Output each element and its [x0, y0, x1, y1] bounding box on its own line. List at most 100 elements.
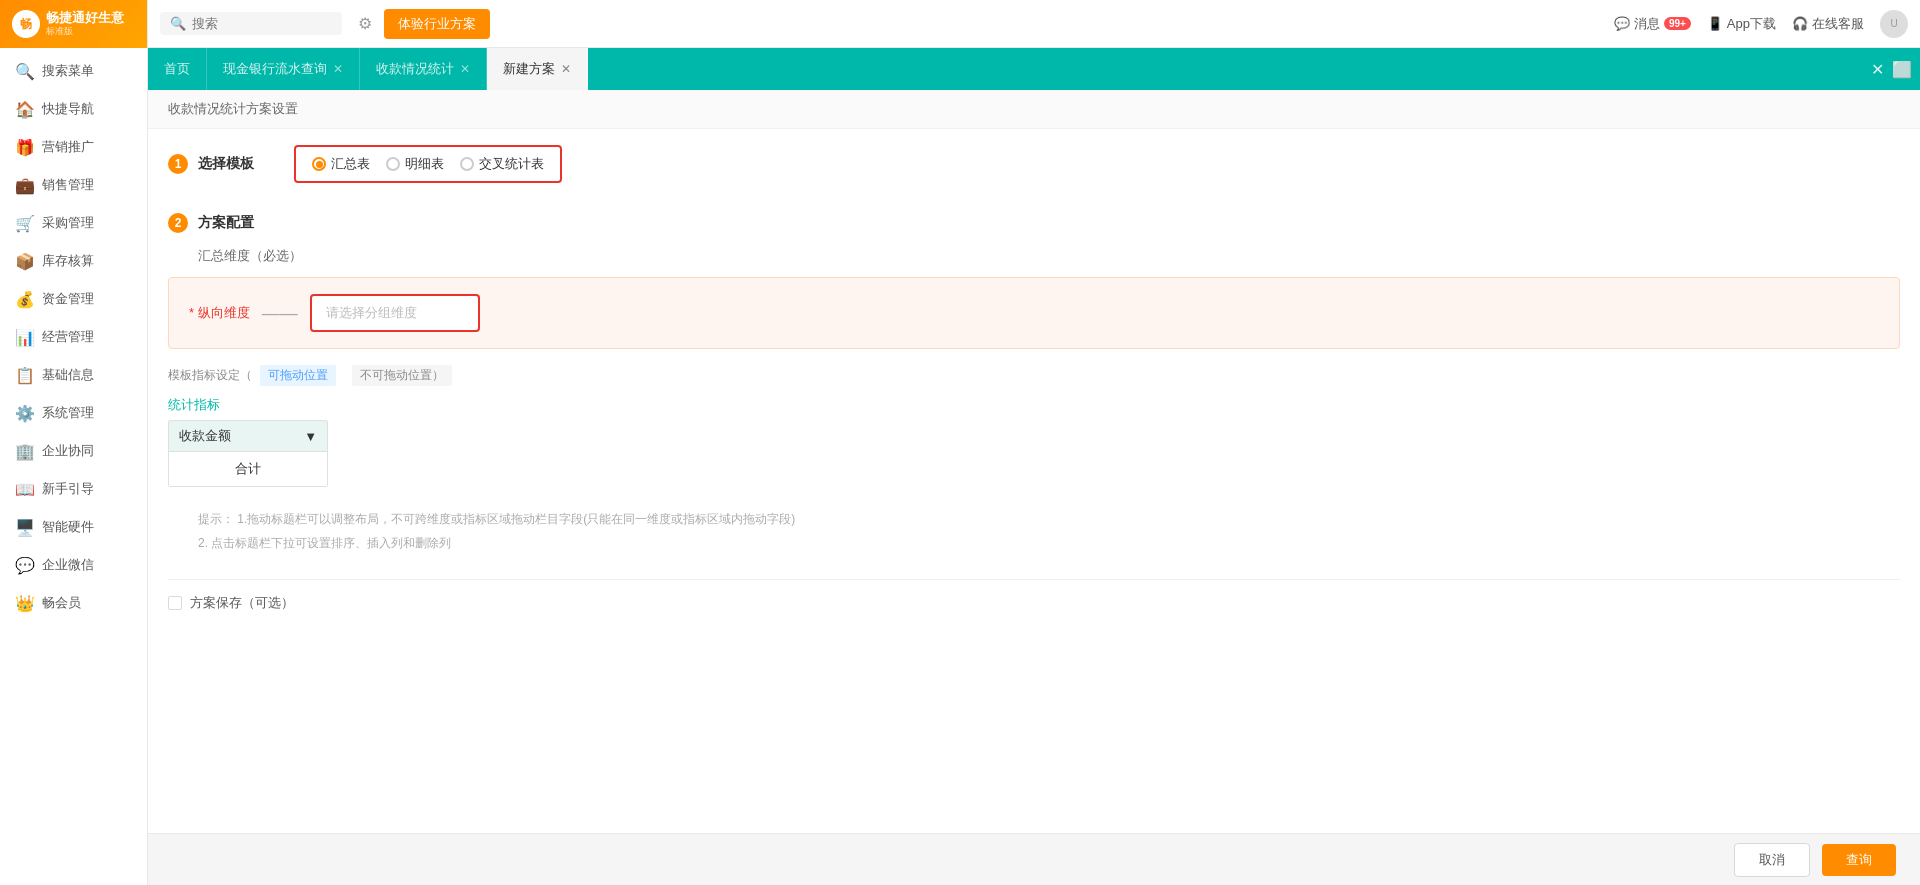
marketing-label: 营销推广 [42, 138, 94, 156]
sidebar-item-quick-nav[interactable]: 🏠 快捷导航 [0, 90, 147, 128]
tab-collection-label: 收款情况统计 [376, 60, 454, 78]
vertical-dimension-label: * 纵向维度 [189, 304, 250, 322]
notification-badge: 99+ [1664, 17, 1691, 30]
sidebar-item-basic[interactable]: 📋 基础信息 [0, 356, 147, 394]
step2-num: 2 [168, 213, 188, 233]
template-cross[interactable]: 交叉统计表 [460, 155, 544, 173]
sidebar-item-enterprise[interactable]: 🏢 企业协同 [0, 432, 147, 470]
basic-label: 基础信息 [42, 366, 94, 384]
fixed-tag: 不可拖动位置） [352, 365, 452, 386]
dimension-area: * 纵向维度 —— 请选择分组维度 [168, 277, 1900, 349]
template-summary-label: 汇总表 [331, 155, 370, 173]
sidebar-item-inventory[interactable]: 📦 库存核算 [0, 242, 147, 280]
template-options: 汇总表 明细表 交叉统计表 [294, 145, 562, 183]
sidebar-item-member[interactable]: 👑 畅会员 [0, 584, 147, 622]
online-service-btn[interactable]: 🎧 在线客服 [1792, 15, 1864, 33]
inventory-label: 库存核算 [42, 252, 94, 270]
tab-bank[interactable]: 现金银行流水查询 ✕ [207, 48, 360, 90]
metrics-table: 收款金额 ▼ 合计 [168, 420, 328, 487]
tips-section: 提示： 1.拖动标题栏可以调整布局，不可跨维度或指标区域拖动栏目字段(只能在同一… [198, 499, 1900, 563]
operations-icon: 📊 [16, 328, 34, 346]
message-btn[interactable]: 💬 消息 99+ [1614, 15, 1691, 33]
topbar-right: 💬 消息 99+ 📱 App下载 🎧 在线客服 U [1614, 10, 1908, 38]
trial-button[interactable]: 体验行业方案 [384, 9, 490, 39]
logo-title: 畅捷通好生意 [46, 10, 124, 26]
tab-bank-close[interactable]: ✕ [333, 62, 343, 76]
wechat-icon: 💬 [16, 556, 34, 574]
movable-tag: 可拖动位置 [260, 365, 336, 386]
tab-new-plan-label: 新建方案 [503, 60, 555, 78]
metrics-section: 模板指标设定（ 可拖动位置 不可拖动位置） 统计指标 收款金额 ▼ 合计 [168, 365, 1900, 499]
sidebar-logo: 畅 畅捷通好生意 标准版 [0, 0, 147, 48]
tabs-actions: ✕ ⬜ [1871, 60, 1920, 79]
inventory-icon: 📦 [16, 252, 34, 270]
metrics-table-header: 收款金额 ▼ [169, 421, 327, 452]
hardware-icon: 🖥️ [16, 518, 34, 536]
query-button[interactable]: 查询 [1822, 844, 1896, 876]
dimension-arrow-icon: —— [262, 303, 298, 324]
cancel-button[interactable]: 取消 [1734, 843, 1810, 877]
sidebar-item-operations[interactable]: 📊 经营管理 [0, 318, 147, 356]
search-input[interactable] [192, 16, 332, 31]
main-content: 🔍 ⚙ 体验行业方案 💬 消息 99+ 📱 App下载 🎧 在线客服 U 首页 [148, 0, 1920, 885]
dimension-select[interactable]: 请选择分组维度 [310, 294, 480, 332]
save-label: 方案保存（可选） [190, 594, 294, 612]
logo-badge: 标准版 [46, 25, 124, 38]
sidebar-item-sales[interactable]: 💼 销售管理 [0, 166, 147, 204]
sidebar-item-wechat[interactable]: 💬 企业微信 [0, 546, 147, 584]
tab-home-label: 首页 [164, 60, 190, 78]
sidebar-nav: 🔍 搜索菜单 🏠 快捷导航 🎁 营销推广 💼 销售管理 🛒 采购管理 📦 库存核… [0, 48, 147, 885]
tab-home[interactable]: 首页 [148, 48, 207, 90]
bottom-bar: 取消 查询 [148, 833, 1920, 885]
message-icon: 💬 [1614, 16, 1630, 31]
tab-collection-close[interactable]: ✕ [460, 62, 470, 76]
template-detail-label: 明细表 [405, 155, 444, 173]
topbar: 🔍 ⚙ 体验行业方案 💬 消息 99+ 📱 App下载 🎧 在线客服 U [148, 0, 1920, 48]
quick-nav-label: 快捷导航 [42, 100, 94, 118]
tab-new-plan[interactable]: 新建方案 ✕ [487, 48, 588, 90]
member-label: 畅会员 [42, 594, 81, 612]
template-cross-label: 交叉统计表 [479, 155, 544, 173]
sidebar-item-system[interactable]: ⚙️ 系统管理 [0, 394, 147, 432]
search-box[interactable]: 🔍 [160, 12, 342, 35]
template-detail[interactable]: 明细表 [386, 155, 444, 173]
save-checkbox[interactable] [168, 596, 182, 610]
guide-label: 新手引导 [42, 480, 94, 498]
app-download-btn[interactable]: 📱 App下载 [1707, 15, 1776, 33]
maximize-icon[interactable]: ⬜ [1892, 60, 1912, 79]
enterprise-icon: 🏢 [16, 442, 34, 460]
tab-new-plan-close[interactable]: ✕ [561, 62, 571, 76]
sales-label: 销售管理 [42, 176, 94, 194]
basic-icon: 📋 [16, 366, 34, 384]
system-label: 系统管理 [42, 404, 94, 422]
enterprise-label: 企业协同 [42, 442, 94, 460]
sidebar-item-search[interactable]: 🔍 搜索菜单 [0, 52, 147, 90]
save-section: 方案保存（可选） [148, 580, 1920, 626]
tab-collection[interactable]: 收款情况统计 ✕ [360, 48, 487, 90]
radio-cross-circle [460, 157, 474, 171]
col-dropdown-icon[interactable]: ▼ [304, 429, 317, 444]
tab-bank-label: 现金银行流水查询 [223, 60, 327, 78]
step1-num: 1 [168, 154, 188, 174]
user-avatar[interactable]: U [1880, 10, 1908, 38]
gear-icon[interactable]: ⚙ [358, 14, 372, 33]
sidebar-item-guide[interactable]: 📖 新手引导 [0, 470, 147, 508]
sidebar-item-marketing[interactable]: 🎁 营销推广 [0, 128, 147, 166]
step1-header: 1 选择模板 汇总表 明细表 交叉统计表 [168, 145, 1900, 183]
sidebar-item-finance[interactable]: 💰 资金管理 [0, 280, 147, 318]
template-summary[interactable]: 汇总表 [312, 155, 370, 173]
marketing-icon: 🎁 [16, 138, 34, 156]
member-icon: 👑 [16, 594, 34, 612]
dimension-row: * 纵向维度 —— 请选择分组维度 [189, 294, 1879, 332]
step1-section: 1 选择模板 汇总表 明细表 交叉统计表 [148, 129, 1920, 213]
step2-section: 2 方案配置 汇总维度（必选） * 纵向维度 —— 请选择分组维度 [148, 213, 1920, 579]
tip-line-1: 提示： 1.拖动标题栏可以调整布局，不可跨维度或指标区域拖动栏目字段(只能在同一… [198, 507, 1900, 531]
content-inner: 收款情况统计方案设置 1 选择模板 汇总表 明细表 [148, 90, 1920, 833]
sidebar-item-hardware[interactable]: 🖥️ 智能硬件 [0, 508, 147, 546]
logo-icon: 畅 [12, 10, 40, 38]
search-icon: 🔍 [16, 62, 34, 80]
close-all-icon[interactable]: ✕ [1871, 60, 1884, 79]
step2-header: 2 方案配置 [168, 213, 1900, 233]
metrics-table-row: 合计 [169, 452, 327, 486]
sidebar-item-purchase[interactable]: 🛒 采购管理 [0, 204, 147, 242]
